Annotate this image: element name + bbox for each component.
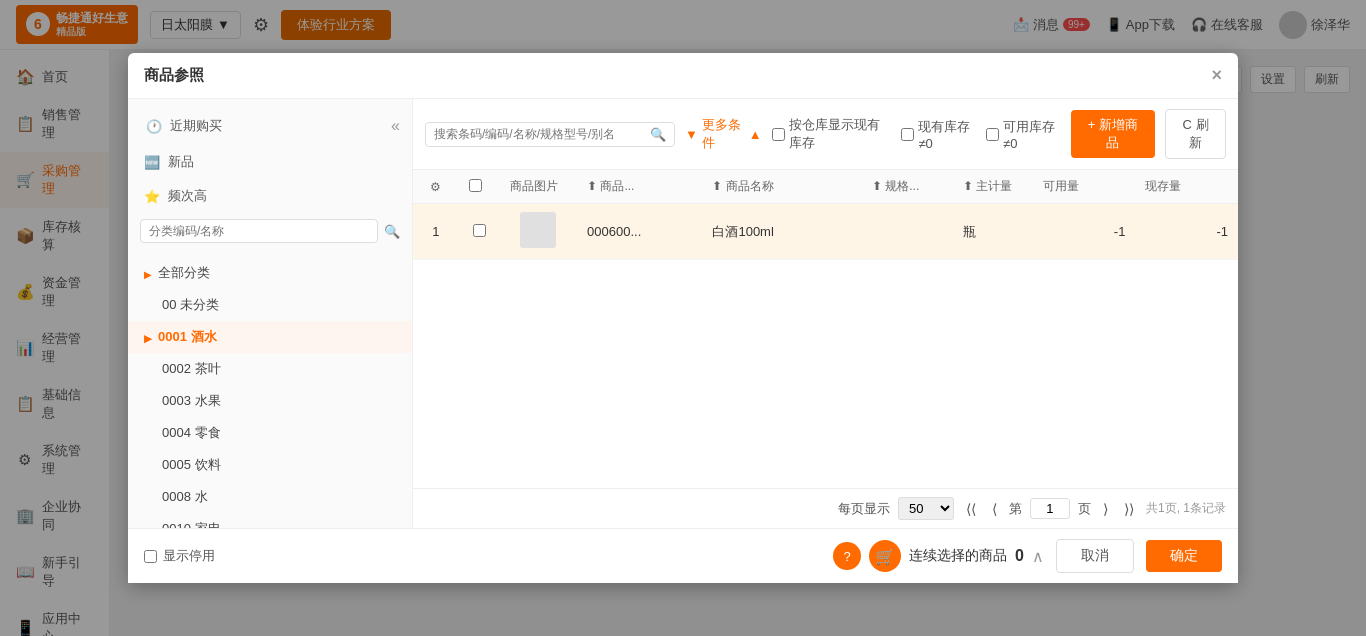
category-0002[interactable]: 0002 茶叶 xyxy=(128,353,412,385)
cart-count-badge: 0 xyxy=(1015,547,1024,565)
total-info: 共1页, 1条记录 xyxy=(1146,500,1226,517)
prev-page-button[interactable]: ⟨ xyxy=(988,499,1001,519)
row-unit: 瓶 xyxy=(953,204,1033,260)
help-icon[interactable]: ? xyxy=(833,542,861,570)
page-size-label: 每页显示 xyxy=(838,500,890,518)
category-search-input[interactable] xyxy=(140,219,378,243)
refresh-table-button[interactable]: C 刷新 xyxy=(1165,109,1226,159)
settings-col-icon[interactable]: ⚙ xyxy=(430,180,441,194)
product-table-wrap: ⚙ 商品图片 ⬆ 商品... xyxy=(413,170,1238,488)
category-all[interactable]: 全部分类 xyxy=(128,257,412,289)
modal-main-content: 🔍 ▼ 更多条件 ▲ 按仓库显示现有库存 现有库存≠0 xyxy=(413,99,1238,528)
row-select-checkbox[interactable] xyxy=(473,224,486,237)
available-stock-check[interactable] xyxy=(986,128,999,141)
row-name: 白酒100ml xyxy=(702,204,862,260)
col-gear: ⚙ xyxy=(413,170,459,204)
sort-icon: ⬆ xyxy=(587,179,597,193)
modal-toolbar: 🔍 ▼ 更多条件 ▲ 按仓库显示现有库存 现有库存≠0 xyxy=(413,99,1238,170)
row-num: 1 xyxy=(413,204,459,260)
row-stock: -1 xyxy=(1135,204,1238,260)
warehouse-stock-checkbox[interactable]: 按仓库显示现有库存 xyxy=(772,116,892,152)
modal-title: 商品参照 xyxy=(144,66,204,85)
first-page-button[interactable]: ⟨⟨ xyxy=(962,499,980,519)
page-input[interactable] xyxy=(1030,498,1070,519)
col-available-header: 可用量 xyxy=(1033,170,1136,204)
page-label: 第 xyxy=(1009,500,1022,518)
col-spec-header[interactable]: ⬆ 规格... xyxy=(862,170,953,204)
product-table: ⚙ 商品图片 ⬆ 商品... xyxy=(413,170,1238,260)
table-header: ⚙ 商品图片 ⬆ 商品... xyxy=(413,170,1238,204)
show-disabled-checkbox[interactable]: 显示停用 xyxy=(144,547,215,565)
spec-sort-icon: ⬆ xyxy=(872,179,882,193)
page-size-select[interactable]: 10 20 50 100 xyxy=(898,497,954,520)
unit-sort-icon: ⬆ xyxy=(963,179,973,193)
category-00[interactable]: 00 未分类 xyxy=(128,289,412,321)
disabled-check[interactable] xyxy=(144,550,157,563)
new-products[interactable]: 🆕 新品 xyxy=(128,145,412,179)
col-code-header[interactable]: ⬆ 商品... xyxy=(577,170,702,204)
row-spec xyxy=(862,204,953,260)
footer-collapse-button[interactable]: ∧ xyxy=(1032,547,1044,566)
clock-icon: 🕐 xyxy=(146,119,162,134)
category-0005[interactable]: 0005 饮料 xyxy=(128,449,412,481)
row-image xyxy=(500,204,577,260)
cancel-button[interactable]: 取消 xyxy=(1056,539,1134,573)
col-unit-header[interactable]: ⬆ 主计量 xyxy=(953,170,1033,204)
product-search-input[interactable] xyxy=(434,127,644,141)
last-page-button[interactable]: ⟩⟩ xyxy=(1120,499,1138,519)
table-body: 1 000600... 白酒100ml xyxy=(413,204,1238,260)
category-0003[interactable]: 0003 水果 xyxy=(128,385,412,417)
modal-header: 商品参照 × xyxy=(128,53,1238,99)
product-reference-modal: 商品参照 × 🕐 近期购买 « 🆕 新品 xyxy=(128,53,1238,583)
filter-arrow-icon: ▲ xyxy=(749,127,762,142)
more-filter-button[interactable]: ▼ 更多条件 ▲ xyxy=(685,116,762,152)
modal-body: 🕐 近期购买 « 🆕 新品 ⭐ 频次高 🔍 xyxy=(128,99,1238,528)
modal-footer: 显示停用 ? 🛒 连续选择的商品 0 ∧ 取消 确定 xyxy=(128,528,1238,583)
current-stock-checkbox[interactable]: 现有库存≠0 xyxy=(901,118,976,151)
confirm-button[interactable]: 确定 xyxy=(1146,540,1222,572)
warehouse-stock-check[interactable] xyxy=(772,128,785,141)
row-checkbox[interactable] xyxy=(459,204,500,260)
sidebar-collapse-button[interactable]: « xyxy=(391,117,400,135)
category-expand-icon xyxy=(144,330,152,345)
category-search: 🔍 xyxy=(128,213,412,249)
col-checkbox xyxy=(459,170,500,204)
available-stock-checkbox[interactable]: 可用库存≠0 xyxy=(986,118,1061,151)
search-submit-icon[interactable]: 🔍 xyxy=(650,127,666,142)
cart-button[interactable]: 🛒 xyxy=(869,540,901,572)
col-stock-header: 现存量 xyxy=(1135,170,1238,204)
col-name-header[interactable]: ⬆ 商品名称 xyxy=(702,170,862,204)
select-all-checkbox[interactable] xyxy=(469,179,482,192)
product-image-placeholder xyxy=(520,212,556,248)
row-code: 000600... xyxy=(577,204,702,260)
product-search-wrap: 🔍 xyxy=(425,122,675,147)
name-sort-icon: ⬆ xyxy=(712,179,722,193)
table-row[interactable]: 1 000600... 白酒100ml xyxy=(413,204,1238,260)
cart-area: ? 🛒 连续选择的商品 0 ∧ xyxy=(833,540,1044,572)
continuous-select-label: 连续选择的商品 xyxy=(909,547,1007,565)
star-icon: ⭐ xyxy=(144,189,160,204)
modal-close-button[interactable]: × xyxy=(1211,65,1222,86)
frequent-products[interactable]: ⭐ 频次高 xyxy=(128,179,412,213)
current-stock-check[interactable] xyxy=(901,128,914,141)
modal-sidebar: 🕐 近期购买 « 🆕 新品 ⭐ 频次高 🔍 xyxy=(128,99,413,528)
category-0008[interactable]: 0008 水 xyxy=(128,481,412,513)
pagination-bar: 每页显示 10 20 50 100 ⟨⟨ ⟨ 第 页 ⟩ ⟩⟩ 共1页, 1条记… xyxy=(413,488,1238,528)
page-label-after: 页 xyxy=(1078,500,1091,518)
new-icon: 🆕 xyxy=(144,155,160,170)
add-product-button[interactable]: + 新增商品 xyxy=(1071,110,1156,158)
modal-sidebar-nav: 🕐 近期购买 xyxy=(140,113,228,139)
expand-icon xyxy=(144,266,152,281)
modal-sidebar-header: 🕐 近期购买 « xyxy=(128,107,412,145)
category-0001[interactable]: 0001 酒水 xyxy=(128,321,412,353)
next-page-button[interactable]: ⟩ xyxy=(1099,499,1112,519)
filter-icon: ▼ xyxy=(685,127,698,142)
category-0004[interactable]: 0004 零食 xyxy=(128,417,412,449)
search-icon[interactable]: 🔍 xyxy=(384,224,400,239)
category-0010[interactable]: 0010 家电 xyxy=(128,513,412,528)
recent-purchases[interactable]: 🕐 近期购买 xyxy=(140,113,228,139)
row-available: -1 xyxy=(1033,204,1136,260)
modal-overlay: 商品参照 × 🕐 近期购买 « 🆕 新品 xyxy=(0,0,1366,636)
col-img-header: 商品图片 xyxy=(500,170,577,204)
